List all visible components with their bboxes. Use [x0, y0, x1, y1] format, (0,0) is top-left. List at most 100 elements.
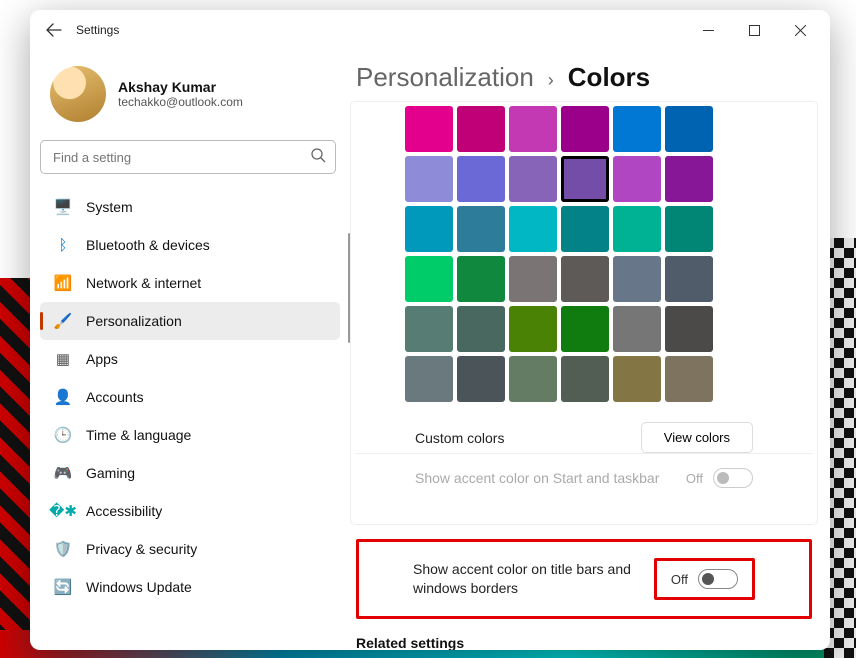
sidebar-item-bluetooth[interactable]: ᛒBluetooth & devices: [40, 226, 340, 264]
color-swatch[interactable]: [613, 356, 661, 402]
profile-name: Akshay Kumar: [118, 79, 243, 95]
sidebar-item-label: Apps: [86, 351, 118, 367]
sidebar-item-personalization[interactable]: 🖌️ Personalization: [40, 302, 340, 340]
color-swatch[interactable]: [405, 256, 453, 302]
related-settings-heading: Related settings: [350, 629, 818, 650]
toggle-accent-titlebar[interactable]: [698, 569, 738, 589]
color-swatch[interactable]: [457, 106, 505, 152]
setting-label: Show accent color on title bars and wind…: [413, 560, 654, 598]
color-swatch[interactable]: [665, 106, 713, 152]
minimize-icon: [703, 25, 714, 36]
color-swatch[interactable]: [613, 256, 661, 302]
color-grid: [355, 106, 813, 402]
sidebar-item-network[interactable]: 📶Network & internet: [40, 264, 340, 302]
color-swatch[interactable]: [665, 206, 713, 252]
search-wrap: [40, 140, 336, 174]
maximize-button[interactable]: [732, 14, 776, 46]
content: Personalization › Colors Custom colors V…: [350, 50, 830, 650]
minimize-button[interactable]: [686, 14, 730, 46]
color-swatch[interactable]: [457, 206, 505, 252]
breadcrumb-parent[interactable]: Personalization: [356, 62, 534, 93]
sidebar-item-apps[interactable]: ▦ Apps: [40, 340, 340, 378]
scrollbar[interactable]: [348, 233, 350, 343]
color-swatch[interactable]: [561, 106, 609, 152]
color-swatch[interactable]: [613, 106, 661, 152]
apps-icon: ▦: [54, 350, 72, 368]
color-swatch[interactable]: [561, 356, 609, 402]
custom-colors-row: Custom colors View colors: [355, 406, 813, 453]
sidebar-item-system[interactable]: 🖥️ System: [40, 188, 340, 226]
color-swatch[interactable]: [509, 306, 557, 352]
sidebar-item-time[interactable]: 🕒Time & language: [40, 416, 340, 454]
nav: 🖥️ System ᛒBluetooth & devices📶Network & i…: [40, 188, 350, 650]
color-swatch[interactable]: [405, 356, 453, 402]
color-swatch[interactable]: [509, 256, 557, 302]
color-swatch[interactable]: [665, 256, 713, 302]
sidebar-item-update[interactable]: 🔄Windows Update: [40, 568, 340, 606]
settings-panel[interactable]: Custom colors View colors Show accent co…: [350, 101, 830, 650]
sidebar-item-privacy[interactable]: 🛡️ Privacy & security: [40, 530, 340, 568]
color-swatch[interactable]: [405, 106, 453, 152]
breadcrumb-current: Colors: [568, 62, 650, 93]
sidebar-item-accounts[interactable]: 👤Accounts: [40, 378, 340, 416]
color-swatch[interactable]: [509, 156, 557, 202]
search-input[interactable]: [40, 140, 336, 174]
breadcrumb: Personalization › Colors: [350, 62, 830, 93]
settings-window: Settings Akshay Kumar techakko@outlook.c…: [30, 10, 830, 650]
chevron-right-icon: ›: [548, 70, 554, 91]
color-swatch[interactable]: [561, 256, 609, 302]
color-swatch[interactable]: [561, 156, 609, 202]
sidebar-item-label: Privacy & security: [86, 541, 197, 557]
sidebar-item-accessibility[interactable]: �✱Accessibility: [40, 492, 340, 530]
color-swatch[interactable]: [405, 156, 453, 202]
color-swatch[interactable]: [405, 206, 453, 252]
color-swatch[interactable]: [509, 206, 557, 252]
toggle-highlight: Off: [654, 558, 755, 600]
sidebar-item-label: Personalization: [86, 313, 182, 329]
color-swatch[interactable]: [561, 206, 609, 252]
update-icon: 🔄: [54, 578, 72, 596]
color-swatch[interactable]: [457, 306, 505, 352]
color-swatch[interactable]: [665, 306, 713, 352]
color-swatch[interactable]: [613, 156, 661, 202]
setting-accent-start: Show accent color on Start and taskbar O…: [355, 453, 813, 504]
color-swatch[interactable]: [561, 306, 609, 352]
arrow-left-icon: [46, 22, 62, 38]
close-button[interactable]: [778, 14, 822, 46]
sidebar-item-label: System: [86, 199, 133, 215]
sidebar-item-gaming[interactable]: 🎮Gaming: [40, 454, 340, 492]
color-swatch[interactable]: [509, 106, 557, 152]
accessibility-icon: �✱: [54, 502, 72, 520]
profile-email: techakko@outlook.com: [118, 95, 243, 109]
highlight-frame: Show accent color on title bars and wind…: [356, 539, 812, 619]
sidebar-item-label: Accounts: [86, 389, 144, 405]
view-colors-button[interactable]: View colors: [641, 422, 753, 453]
color-swatch[interactable]: [457, 256, 505, 302]
network-icon: 📶: [54, 274, 72, 292]
color-swatch[interactable]: [457, 356, 505, 402]
color-swatch[interactable]: [457, 156, 505, 202]
back-button[interactable]: [38, 14, 70, 46]
toggle-state: Off: [686, 471, 703, 486]
profile[interactable]: Akshay Kumar techakko@outlook.com: [40, 60, 350, 140]
setting-label: Show accent color on Start and taskbar: [415, 469, 659, 488]
toggle-state: Off: [671, 572, 688, 587]
color-swatch[interactable]: [665, 356, 713, 402]
setting-accent-titlebar: Show accent color on title bars and wind…: [363, 544, 805, 614]
gaming-icon: 🎮: [54, 464, 72, 482]
color-swatch[interactable]: [613, 306, 661, 352]
bluetooth-icon: ᛒ: [54, 236, 72, 254]
search-icon: [310, 147, 326, 168]
personalization-icon: 🖌️: [54, 312, 72, 330]
window-title: Settings: [76, 23, 119, 37]
color-swatch[interactable]: [665, 156, 713, 202]
system-icon: 🖥️: [54, 198, 72, 216]
color-swatch[interactable]: [405, 306, 453, 352]
color-swatch[interactable]: [613, 206, 661, 252]
privacy-icon: 🛡️: [54, 540, 72, 558]
time-icon: 🕒: [54, 426, 72, 444]
toggle-wrap: Off: [671, 569, 738, 589]
color-swatch[interactable]: [509, 356, 557, 402]
titlebar: Settings: [30, 10, 830, 50]
close-icon: [795, 25, 806, 36]
